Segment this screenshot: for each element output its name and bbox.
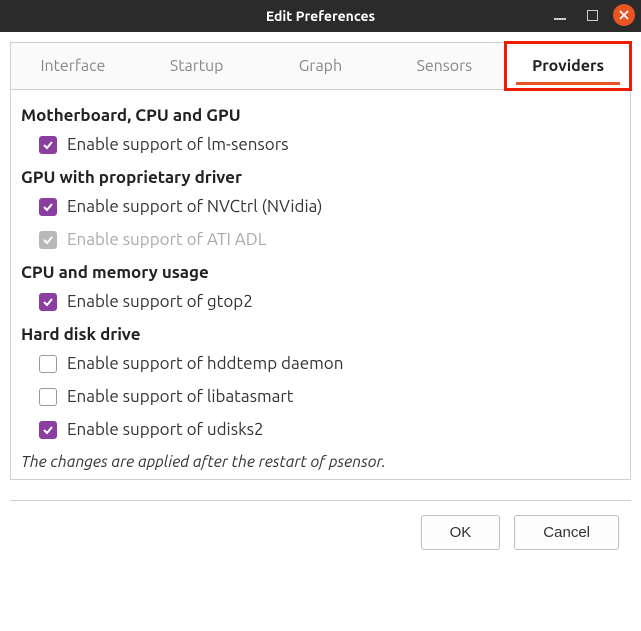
- check-icon: [42, 139, 54, 151]
- footer: OK Cancel: [10, 500, 631, 564]
- row-atiadl: Enable support of ATI ADL: [39, 230, 620, 249]
- check-icon: [42, 201, 54, 213]
- tab-interface[interactable]: Interface: [11, 43, 135, 89]
- label-gtop2: Enable support of gtop2: [67, 292, 253, 311]
- ok-button[interactable]: OK: [421, 515, 501, 550]
- cancel-button[interactable]: Cancel: [514, 515, 619, 550]
- tabbar: Interface Startup Graph Sensors Provider…: [10, 42, 631, 90]
- maximize-button[interactable]: [581, 4, 603, 26]
- tab-content: Motherboard, CPU and GPU Enable support …: [10, 90, 631, 480]
- checkbox-libatasmart[interactable]: [39, 388, 57, 406]
- label-atiadl: Enable support of ATI ADL: [67, 230, 266, 249]
- check-icon: [42, 234, 54, 246]
- minimize-icon: [554, 18, 566, 20]
- close-icon: [619, 10, 629, 20]
- row-hddtemp: Enable support of hddtemp daemon: [39, 354, 620, 373]
- row-libatasmart: Enable support of libatasmart: [39, 387, 620, 406]
- label-libatasmart: Enable support of libatasmart: [67, 387, 293, 406]
- tab-providers[interactable]: Providers: [506, 43, 630, 89]
- row-udisks2: Enable support of udisks2: [39, 420, 620, 439]
- window-body: Interface Startup Graph Sensors Provider…: [0, 32, 641, 564]
- restart-note: The changes are applied after the restar…: [21, 453, 620, 471]
- row-lm-sensors: Enable support of lm-sensors: [39, 135, 620, 154]
- titlebar-controls: [549, 4, 635, 26]
- row-nvctrl: Enable support of NVCtrl (NVidia): [39, 197, 620, 216]
- checkbox-nvctrl[interactable]: [39, 198, 57, 216]
- check-icon: [42, 424, 54, 436]
- tab-startup[interactable]: Startup: [135, 43, 259, 89]
- tab-sensors[interactable]: Sensors: [382, 43, 506, 89]
- checkbox-hddtemp[interactable]: [39, 355, 57, 373]
- tab-graph[interactable]: Graph: [259, 43, 383, 89]
- section-hdd-title: Hard disk drive: [21, 325, 620, 344]
- titlebar: Edit Preferences: [0, 0, 641, 32]
- check-icon: [42, 296, 54, 308]
- label-lm-sensors: Enable support of lm-sensors: [67, 135, 289, 154]
- checkbox-udisks2[interactable]: [39, 421, 57, 439]
- section-gpu-title: GPU with proprietary driver: [21, 168, 620, 187]
- checkbox-lm-sensors[interactable]: [39, 136, 57, 154]
- section-mobo-title: Motherboard, CPU and GPU: [21, 106, 620, 125]
- row-gtop2: Enable support of gtop2: [39, 292, 620, 311]
- label-nvctrl: Enable support of NVCtrl (NVidia): [67, 197, 322, 216]
- checkbox-gtop2[interactable]: [39, 293, 57, 311]
- maximize-icon: [587, 10, 598, 21]
- label-udisks2: Enable support of udisks2: [67, 420, 264, 439]
- tab-providers-label: Providers: [532, 57, 604, 75]
- minimize-button[interactable]: [549, 4, 571, 26]
- window-title: Edit Preferences: [266, 8, 375, 24]
- checkbox-atiadl: [39, 231, 57, 249]
- section-cpu-title: CPU and memory usage: [21, 263, 620, 282]
- close-button[interactable]: [613, 4, 635, 26]
- label-hddtemp: Enable support of hddtemp daemon: [67, 354, 343, 373]
